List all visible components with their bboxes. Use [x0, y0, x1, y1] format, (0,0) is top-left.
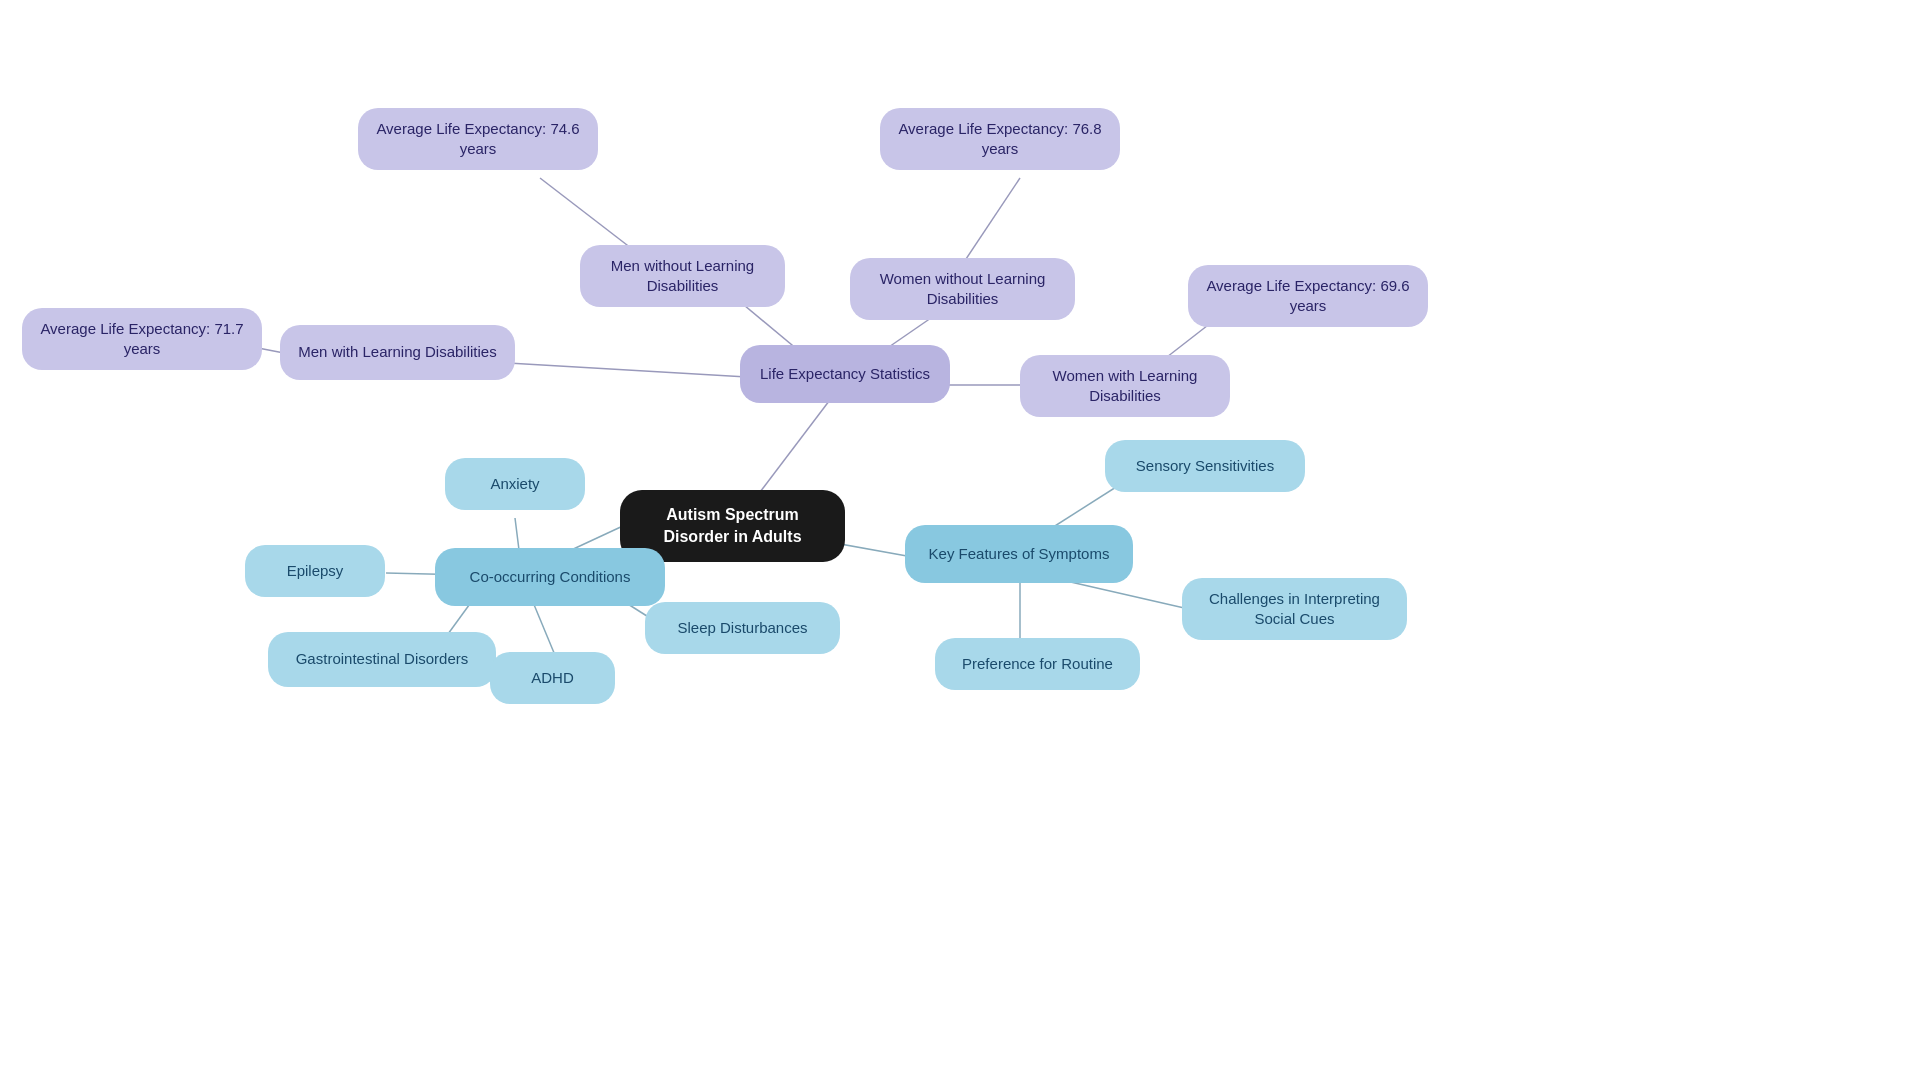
- avg-men-without-ld-node: Average Life Expectancy: 74.6 years: [358, 108, 598, 170]
- adhd-node: ADHD: [490, 652, 615, 704]
- life-expectancy-node: Life Expectancy Statistics: [740, 345, 950, 403]
- gastro-node: Gastrointestinal Disorders: [268, 632, 496, 687]
- routine-node: Preference for Routine: [935, 638, 1140, 690]
- avg-women-without-ld-node: Average Life Expectancy: 76.8 years: [880, 108, 1120, 170]
- men-without-ld-node: Men without Learning Disabilities: [580, 245, 785, 307]
- social-cues-node: Challenges in Interpreting Social Cues: [1182, 578, 1407, 640]
- women-with-ld-node: Women with Learning Disabilities: [1020, 355, 1230, 417]
- sensory-node: Sensory Sensitivities: [1105, 440, 1305, 492]
- women-without-ld-node: Women without Learning Disabilities: [850, 258, 1075, 320]
- mind-map-canvas: Autism Spectrum Disorder in Adults Life …: [0, 0, 1920, 1083]
- sleep-node: Sleep Disturbances: [645, 602, 840, 654]
- co-occurring-node: Co-occurring Conditions: [435, 548, 665, 606]
- avg-women-with-ld-node: Average Life Expectancy: 69.6 years: [1188, 265, 1428, 327]
- svg-line-6: [540, 178, 640, 255]
- anxiety-node: Anxiety: [445, 458, 585, 510]
- key-features-node: Key Features of Symptoms: [905, 525, 1133, 583]
- svg-line-7: [960, 178, 1020, 268]
- avg-men-with-ld-node: Average Life Expectancy: 71.7 years: [22, 308, 262, 370]
- epilepsy-node: Epilepsy: [245, 545, 385, 597]
- men-with-ld-node: Men with Learning Disabilities: [280, 325, 515, 380]
